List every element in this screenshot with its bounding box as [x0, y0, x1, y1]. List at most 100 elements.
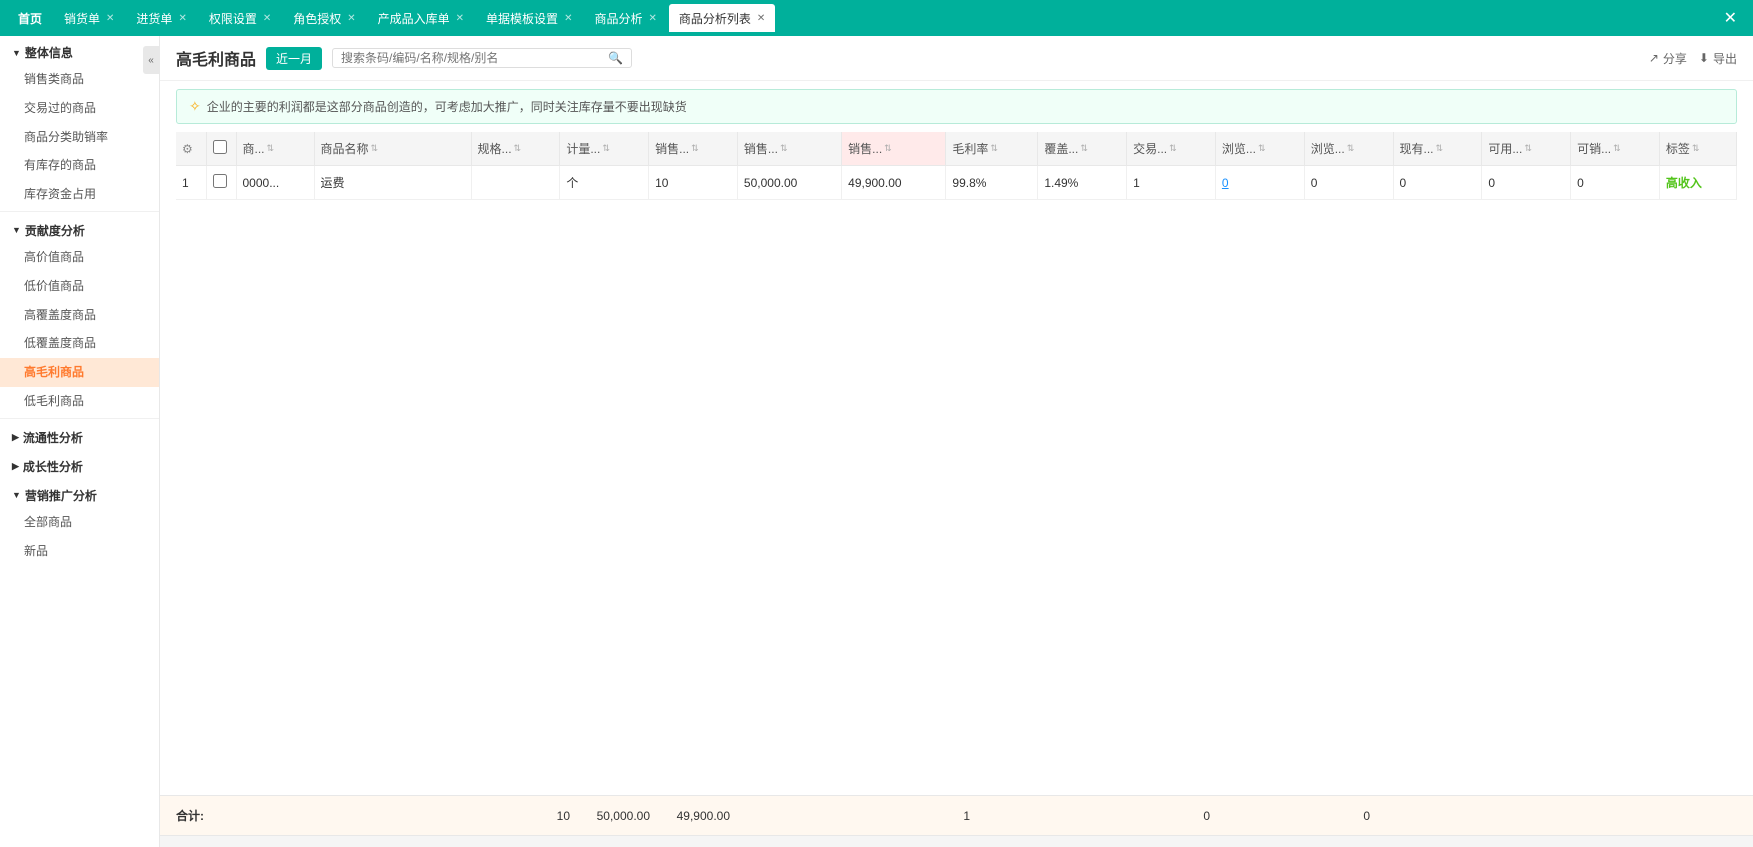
select-all-checkbox[interactable] — [213, 140, 227, 154]
top-navigation: 首页 销货单 ✕ 进货单 ✕ 权限设置 ✕ 角色授权 ✕ 产成品入库单 ✕ 单据… — [0, 0, 1753, 36]
sidebar-group-contribution[interactable]: ▼ 贡献度分析 — [0, 214, 159, 243]
close-purchase-tab[interactable]: ✕ — [178, 13, 186, 24]
sidebar-item-traded-goods[interactable]: 交易过的商品 — [0, 94, 159, 123]
settings-icon[interactable]: ⚙ — [182, 142, 193, 156]
footer-trade: 1 — [896, 809, 976, 823]
sort-icon-stock-current: ⇅ — [1436, 143, 1444, 154]
sort-icon-tag: ⇅ — [1692, 143, 1700, 154]
close-analysis-list-tab[interactable]: ✕ — [757, 13, 765, 24]
cell-no: 1 — [176, 166, 206, 200]
col-name[interactable]: 商品名称⇅ — [314, 132, 471, 166]
sidebar-item-all-goods[interactable]: 全部商品 — [0, 508, 159, 537]
share-icon: ↗ — [1649, 51, 1659, 65]
sidebar-item-low-coverage[interactable]: 低覆盖度商品 — [0, 329, 159, 358]
cell-sale-qty: 10 — [649, 166, 738, 200]
horizontal-scrollbar[interactable] — [160, 835, 1753, 847]
page-title: 高毛利商品 — [176, 46, 256, 70]
col-code[interactable]: 商...⇅ — [236, 132, 314, 166]
sort-icon-code: ⇅ — [267, 143, 275, 154]
sidebar-item-low-value[interactable]: 低价值商品 — [0, 272, 159, 301]
close-template-tab[interactable]: ✕ — [564, 13, 572, 24]
col-stock-saleable[interactable]: 可销...⇅ — [1571, 132, 1660, 166]
period-button[interactable]: 近一月 — [266, 47, 322, 70]
col-spec[interactable]: 规格...⇅ — [471, 132, 560, 166]
search-box: 🔍 — [332, 48, 632, 68]
header-actions: ↗ 分享 ⬇ 导出 — [1649, 50, 1737, 67]
sort-icon-stock-available: ⇅ — [1524, 143, 1532, 154]
col-settings[interactable]: ⚙ — [176, 132, 206, 166]
col-sale-amount[interactable]: 销售...⇅ — [737, 132, 841, 166]
col-tag[interactable]: 标签⇅ — [1659, 132, 1736, 166]
sort-icon-name: ⇅ — [371, 143, 379, 154]
close-permissions-tab[interactable]: ✕ — [263, 13, 271, 24]
sidebar-group-overview[interactable]: ▼ 整体信息 — [0, 36, 159, 65]
col-stock-current[interactable]: 现有...⇅ — [1393, 132, 1482, 166]
sort-icon-sale-qty: ⇅ — [691, 143, 699, 154]
close-warehousing-tab[interactable]: ✕ — [456, 13, 464, 24]
export-icon: ⬇ — [1699, 51, 1709, 65]
col-browse1[interactable]: 浏览...⇅ — [1215, 132, 1304, 166]
group-arrow-circulation: ▶ — [12, 432, 19, 443]
sidebar-item-low-margin[interactable]: 低毛利商品 — [0, 387, 159, 416]
cell-checkbox — [206, 166, 236, 200]
sidebar-item-high-coverage[interactable]: 高覆盖度商品 — [0, 301, 159, 330]
col-checkbox — [206, 132, 236, 166]
sidebar-group-marketing[interactable]: ▼ 营销推广分析 — [0, 479, 159, 508]
sidebar-item-new-goods[interactable]: 新品 — [0, 537, 159, 566]
nav-tab-roles[interactable]: 角色授权 ✕ — [283, 4, 365, 32]
export-button[interactable]: ⬇ 导出 — [1699, 50, 1737, 67]
nav-tab-sales[interactable]: 销货单 ✕ — [54, 4, 124, 32]
sort-icon-browse2: ⇅ — [1347, 143, 1355, 154]
sidebar-item-category-rate[interactable]: 商品分类助销率 — [0, 123, 159, 152]
col-stock-available[interactable]: 可用...⇅ — [1482, 132, 1571, 166]
share-button[interactable]: ↗ 分享 — [1649, 50, 1687, 67]
cell-browse1[interactable]: 0 — [1215, 166, 1304, 200]
col-coverage[interactable]: 覆盖...⇅ — [1038, 132, 1127, 166]
total-cells: 10 50,000.00 49,900.00 1 0 0 — [296, 809, 1737, 823]
cell-stock-saleable: 0 — [1571, 166, 1660, 200]
search-input[interactable] — [341, 51, 604, 65]
col-trade[interactable]: 交易...⇅ — [1127, 132, 1216, 166]
col-browse2[interactable]: 浏览...⇅ — [1304, 132, 1393, 166]
nav-tab-warehousing[interactable]: 产成品入库单 ✕ — [368, 4, 474, 32]
nav-tab-permissions[interactable]: 权限设置 ✕ — [199, 4, 281, 32]
search-icon[interactable]: 🔍 — [608, 51, 623, 65]
cell-tag: 高收入 — [1659, 166, 1736, 200]
sidebar-item-high-margin[interactable]: 高毛利商品 — [0, 358, 159, 387]
nav-tab-template[interactable]: 单据模板设置 ✕ — [476, 4, 582, 32]
sidebar: « ▼ 整体信息 销售类商品 交易过的商品 商品分类助销率 有库存的商品 库存资… — [0, 36, 160, 847]
close-roles-tab[interactable]: ✕ — [347, 13, 355, 24]
sort-icon-spec: ⇅ — [514, 143, 522, 154]
cell-sale-amount: 50,000.00 — [737, 166, 841, 200]
close-sales-tab[interactable]: ✕ — [106, 13, 114, 24]
cell-stock-available: 0 — [1482, 166, 1571, 200]
sidebar-item-in-stock[interactable]: 有库存的商品 — [0, 151, 159, 180]
sidebar-collapse-button[interactable]: « — [143, 46, 159, 74]
group-arrow-overview: ▼ — [12, 48, 21, 58]
close-analysis-tab[interactable]: ✕ — [648, 13, 656, 24]
group-arrow-growth: ▶ — [12, 461, 19, 472]
nav-tab-home[interactable]: 首页 — [8, 4, 52, 32]
col-sale-profit[interactable]: 销售...⇅ — [842, 132, 946, 166]
sidebar-group-growth[interactable]: ▶ 成长性分析 — [0, 450, 159, 479]
content-header: 高毛利商品 近一月 🔍 ↗ 分享 ⬇ 导出 — [160, 36, 1753, 81]
cell-sale-profit: 49,900.00 — [842, 166, 946, 200]
close-all-tabs[interactable]: ✕ — [1716, 8, 1745, 28]
row-checkbox[interactable] — [213, 174, 227, 188]
info-icon: ✧ — [189, 98, 201, 115]
footer-stock-saleable: 0 — [1296, 809, 1376, 823]
sort-icon-unit: ⇅ — [602, 143, 610, 154]
sidebar-item-sales-goods[interactable]: 销售类商品 — [0, 65, 159, 94]
cell-stock-current: 0 — [1393, 166, 1482, 200]
col-sale-qty[interactable]: 销售...⇅ — [649, 132, 738, 166]
col-unit[interactable]: 计量...⇅ — [560, 132, 649, 166]
nav-tab-analysis-list[interactable]: 商品分析列表 ✕ — [669, 4, 775, 32]
sidebar-item-high-value[interactable]: 高价值商品 — [0, 243, 159, 272]
cell-name: 运费 — [314, 166, 471, 200]
col-gross-margin[interactable]: 毛利率⇅ — [946, 132, 1038, 166]
sidebar-group-circulation[interactable]: ▶ 流通性分析 — [0, 421, 159, 450]
nav-tab-purchase[interactable]: 进货单 ✕ — [126, 4, 196, 32]
cell-gross-margin: 99.8% — [946, 166, 1038, 200]
nav-tab-analysis[interactable]: 商品分析 ✕ — [584, 4, 666, 32]
sidebar-item-stock-capital[interactable]: 库存资金占用 — [0, 180, 159, 209]
